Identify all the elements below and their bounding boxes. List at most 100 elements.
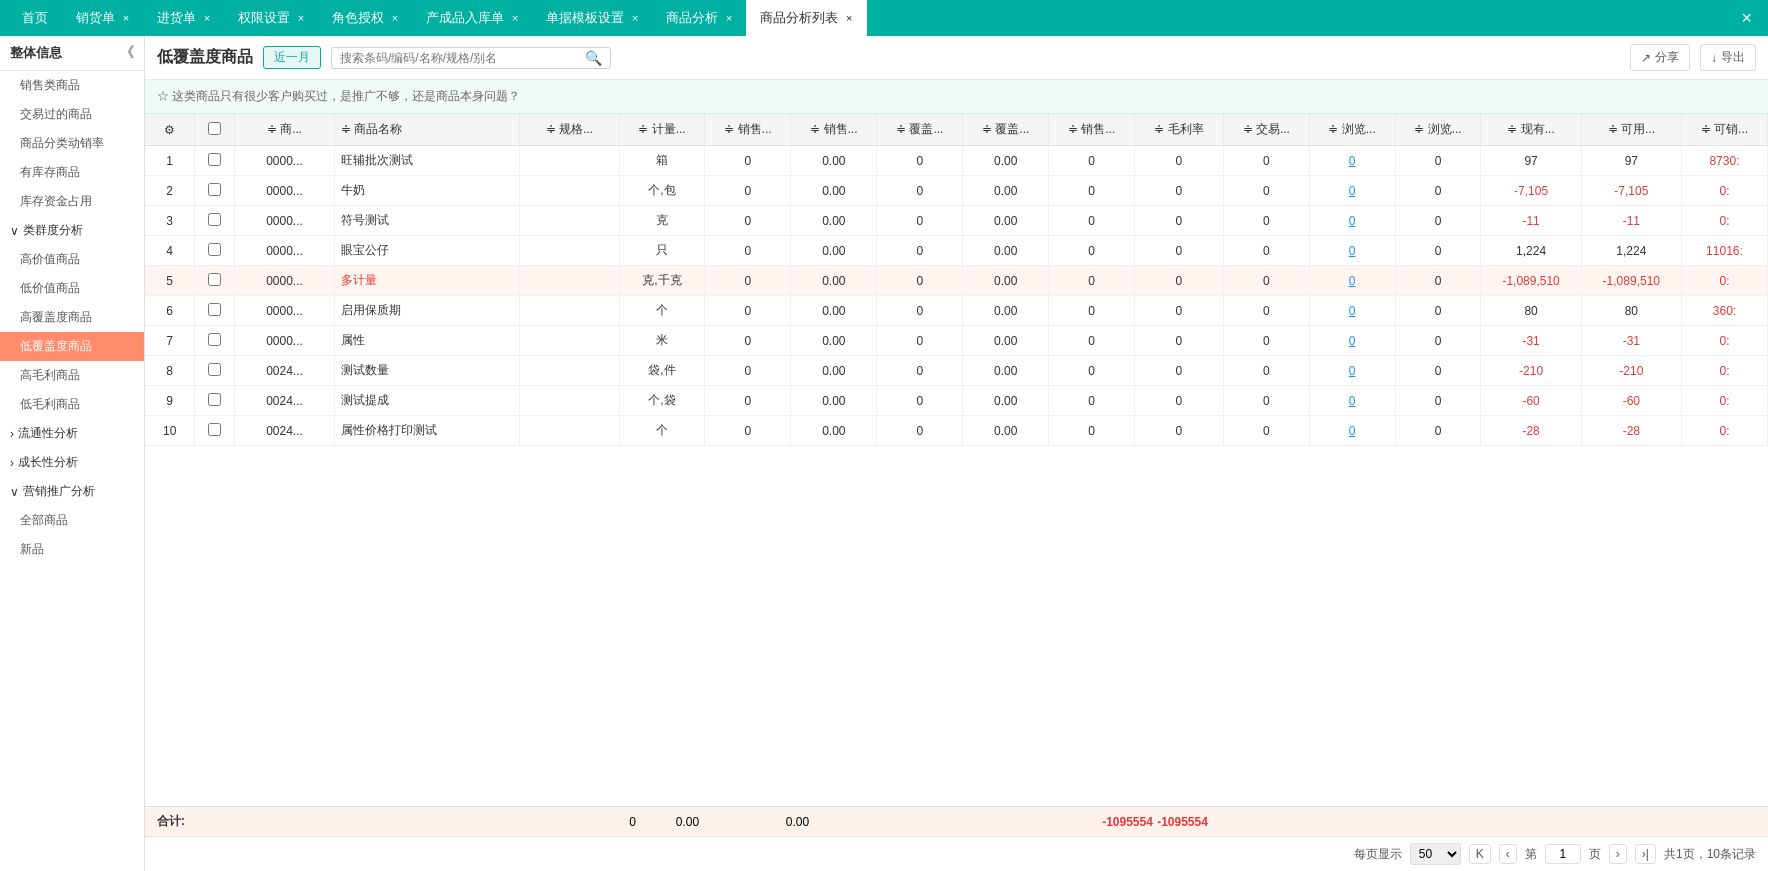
close-analysis-tab[interactable]: × [726, 12, 732, 24]
th-browse2[interactable]: ≑ 浏览... [1395, 114, 1481, 146]
row-checkbox[interactable] [208, 153, 221, 166]
cell-browse1[interactable]: 0 [1309, 356, 1395, 386]
search-icon[interactable]: 🔍 [585, 50, 602, 66]
row-checkbox[interactable] [208, 183, 221, 196]
th-unit[interactable]: ≑ 计量... [619, 114, 705, 146]
sidebar-section-flow[interactable]: › 流通性分析 [0, 419, 144, 448]
cell-browse1[interactable]: 0 [1309, 146, 1395, 176]
cell-browse1[interactable]: 0 [1309, 206, 1395, 236]
cell-browse1[interactable]: 0 [1309, 416, 1395, 446]
cell-checkbox[interactable] [195, 236, 235, 266]
table-row[interactable]: 3 0000... 符号测试 克 0 0.00 0 0.00 0 0 0 0 0… [145, 206, 1768, 236]
row-checkbox[interactable] [208, 303, 221, 316]
cell-checkbox[interactable] [195, 386, 235, 416]
close-roles-tab[interactable]: × [392, 12, 398, 24]
cell-browse1[interactable]: 0 [1309, 326, 1395, 356]
sidebar-section-category[interactable]: ∨ 类群度分析 [0, 216, 144, 245]
search-input[interactable] [340, 51, 585, 65]
settings-icon[interactable]: ⚙ [164, 123, 175, 137]
sidebar-item-low-margin[interactable]: 低毛利商品 [0, 390, 144, 419]
table-row[interactable]: 9 0024... 测试提成 个,袋 0 0.00 0 0.00 0 0 0 0… [145, 386, 1768, 416]
window-close-btn[interactable]: × [1733, 8, 1760, 29]
close-templates-tab[interactable]: × [632, 12, 638, 24]
sidebar-item-traded-goods[interactable]: 交易过的商品 [0, 100, 144, 129]
th-browse1[interactable]: ≑ 浏览... [1309, 114, 1395, 146]
nav-tab-roles[interactable]: 角色授权 × [318, 0, 412, 36]
th-sales-count[interactable]: ≑ 销售... [1049, 114, 1135, 146]
th-trade[interactable]: ≑ 交易... [1223, 114, 1309, 146]
next-page-btn[interactable]: › [1609, 844, 1627, 864]
close-purchase-tab[interactable]: × [204, 12, 210, 24]
first-page-btn[interactable]: K [1469, 844, 1491, 864]
cell-checkbox[interactable] [195, 326, 235, 356]
row-checkbox[interactable] [208, 423, 221, 436]
table-row[interactable]: 6 0000... 启用保质期 个 0 0.00 0 0.00 0 0 0 0 … [145, 296, 1768, 326]
row-checkbox[interactable] [208, 213, 221, 226]
th-gross-rate[interactable]: ≑ 毛利率 [1135, 114, 1224, 146]
sidebar-item-inventory-fund[interactable]: 库存资金占用 [0, 187, 144, 216]
select-all-checkbox[interactable] [208, 122, 221, 135]
table-row[interactable]: 2 0000... 牛奶 个,包 0 0.00 0 0.00 0 0 0 0 0… [145, 176, 1768, 206]
filter-recent-month-btn[interactable]: 近一月 [263, 46, 321, 69]
table-row[interactable]: 10 0024... 属性价格打印测试 个 0 0.00 0 0.00 0 0 … [145, 416, 1768, 446]
nav-tab-analysis-list[interactable]: 商品分析列表 × [746, 0, 866, 36]
sidebar-section-growth[interactable]: › 成长性分析 [0, 448, 144, 477]
cell-checkbox[interactable] [195, 266, 235, 296]
cell-browse1[interactable]: 0 [1309, 236, 1395, 266]
row-checkbox[interactable] [208, 333, 221, 346]
row-checkbox[interactable] [208, 243, 221, 256]
row-checkbox[interactable] [208, 363, 221, 376]
th-coverage1[interactable]: ≑ 覆盖... [877, 114, 963, 146]
th-code[interactable]: ≑ 商... [235, 114, 335, 146]
table-row[interactable]: 8 0024... 测试数量 袋,件 0 0.00 0 0.00 0 0 0 0… [145, 356, 1768, 386]
th-checkbox[interactable] [195, 114, 235, 146]
table-row[interactable]: 5 0000... 多计量 克,千克 0 0.00 0 0.00 0 0 0 0… [145, 266, 1768, 296]
last-page-btn[interactable]: ›| [1635, 844, 1656, 864]
nav-tab-templates[interactable]: 单据模板设置 × [532, 0, 652, 36]
prev-page-btn[interactable]: ‹ [1499, 844, 1517, 864]
cell-browse1[interactable]: 0 [1309, 386, 1395, 416]
sidebar-item-new-goods[interactable]: 新品 [0, 535, 144, 564]
cell-browse1[interactable]: 0 [1309, 296, 1395, 326]
th-saleable[interactable]: ≑ 可销... [1681, 114, 1767, 146]
cell-checkbox[interactable] [195, 176, 235, 206]
sidebar-item-category-rate[interactable]: 商品分类动销率 [0, 129, 144, 158]
sidebar-item-all-goods[interactable]: 全部商品 [0, 506, 144, 535]
th-available[interactable]: ≑ 可用... [1581, 114, 1681, 146]
sidebar-item-sales-goods[interactable]: 销售类商品 [0, 71, 144, 100]
close-analysis-list-tab[interactable]: × [846, 12, 852, 24]
th-current-stock[interactable]: ≑ 现有... [1481, 114, 1581, 146]
nav-tab-home[interactable]: 首页 [8, 0, 62, 36]
th-sales-qty[interactable]: ≑ 销售... [705, 114, 791, 146]
share-btn[interactable]: ↗ 分享 [1630, 44, 1690, 71]
th-name[interactable]: ≑ 商品名称 [334, 114, 519, 146]
sidebar-item-high-value[interactable]: 高价值商品 [0, 245, 144, 274]
cell-checkbox[interactable] [195, 416, 235, 446]
th-coverage2[interactable]: ≑ 覆盖... [963, 114, 1049, 146]
close-sales-tab[interactable]: × [123, 12, 129, 24]
nav-tab-products[interactable]: 产成品入库单 × [412, 0, 532, 36]
row-checkbox[interactable] [208, 393, 221, 406]
close-products-tab[interactable]: × [512, 12, 518, 24]
th-settings[interactable]: ⚙ [145, 114, 195, 146]
close-permissions-tab[interactable]: × [298, 12, 304, 24]
sidebar-item-stocked-goods[interactable]: 有库存商品 [0, 158, 144, 187]
page-size-select[interactable]: 50 20 100 200 [1410, 843, 1461, 865]
cell-browse1[interactable]: 0 [1309, 266, 1395, 296]
page-input[interactable] [1545, 844, 1581, 864]
cell-browse1[interactable]: 0 [1309, 176, 1395, 206]
cell-checkbox[interactable] [195, 296, 235, 326]
cell-checkbox[interactable] [195, 146, 235, 176]
row-checkbox[interactable] [208, 273, 221, 286]
sidebar-item-high-margin[interactable]: 高毛利商品 [0, 361, 144, 390]
sidebar-collapse-btn[interactable]: 《 [120, 44, 134, 62]
nav-tab-purchase[interactable]: 进货单 × [143, 0, 224, 36]
sidebar-item-low-coverage[interactable]: 低覆盖度商品 [0, 332, 144, 361]
th-spec[interactable]: ≑ 规格... [519, 114, 619, 146]
sidebar-item-high-coverage[interactable]: 高覆盖度商品 [0, 303, 144, 332]
table-row[interactable]: 1 0000... 旺辅批次测试 箱 0 0.00 0 0.00 0 0 0 0… [145, 146, 1768, 176]
table-row[interactable]: 7 0000... 属性 米 0 0.00 0 0.00 0 0 0 0 0 -… [145, 326, 1768, 356]
nav-tab-sales[interactable]: 销货单 × [62, 0, 143, 36]
nav-tab-analysis[interactable]: 商品分析 × [652, 0, 746, 36]
table-row[interactable]: 4 0000... 眼宝公仔 只 0 0.00 0 0.00 0 0 0 0 0… [145, 236, 1768, 266]
